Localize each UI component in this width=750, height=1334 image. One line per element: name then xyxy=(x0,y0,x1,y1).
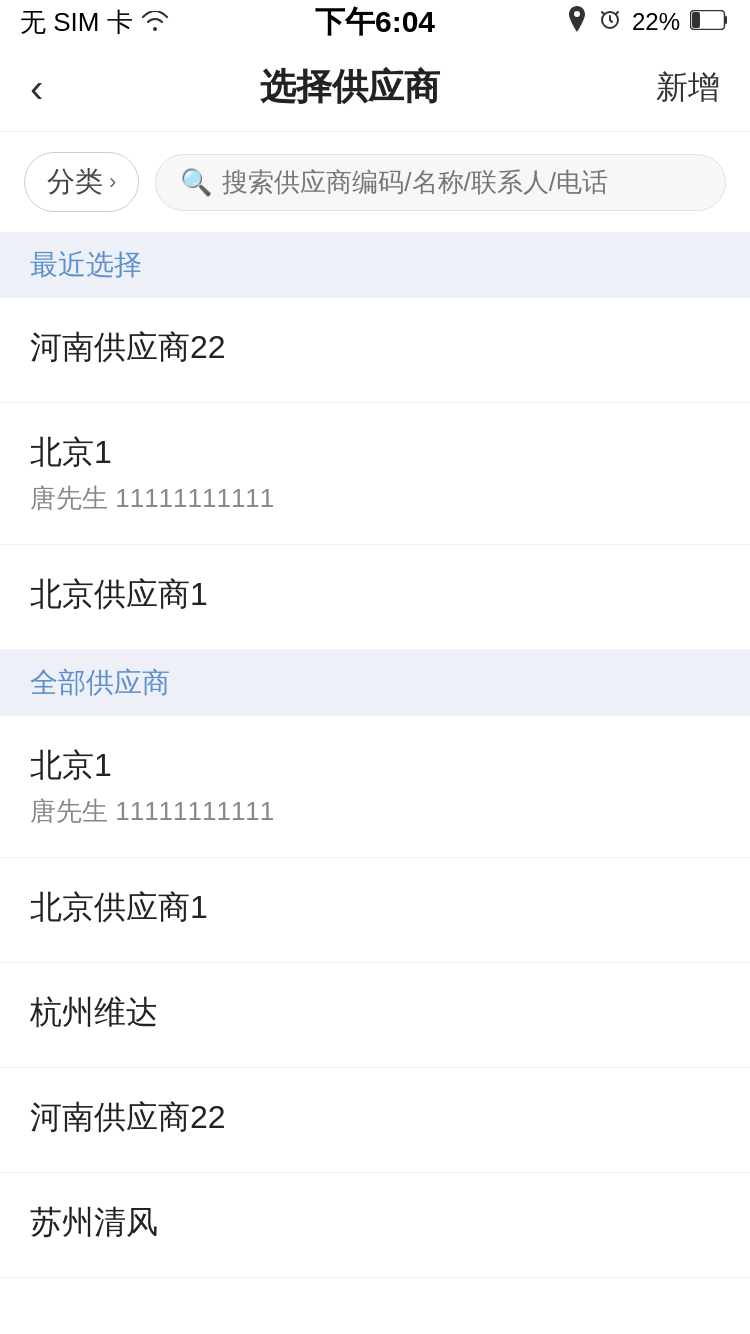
list-item[interactable]: 北京1 唐先生 11111111111 xyxy=(0,403,750,545)
chevron-right-icon: › xyxy=(109,169,116,195)
list-item[interactable]: 北京供应商1 xyxy=(0,858,750,963)
status-right: 22% xyxy=(566,6,730,38)
recent-header-text: 最近选择 xyxy=(30,249,142,280)
recent-section-header: 最近选择 xyxy=(0,232,750,298)
status-time: 下午6:04 xyxy=(315,2,435,43)
item-sub: 唐先生 11111111111 xyxy=(30,794,720,829)
location-icon xyxy=(566,6,588,38)
add-button[interactable]: 新增 xyxy=(656,66,720,110)
list-item[interactable]: 北京1 唐先生 11111111111 xyxy=(0,716,750,858)
filter-bar: 分类 › 🔍 xyxy=(0,132,750,232)
page-title: 选择供应商 xyxy=(260,63,440,112)
item-name: 河南供应商22 xyxy=(30,1096,720,1140)
item-name: 北京1 xyxy=(30,744,720,788)
item-name: 北京1 xyxy=(30,431,720,475)
nav-bar: ‹ 选择供应商 新增 xyxy=(0,44,750,132)
status-left: 无 SIM 卡 xyxy=(20,5,169,40)
status-bar: 无 SIM 卡 下午6:04 22% xyxy=(0,0,750,44)
category-label: 分类 xyxy=(47,163,103,201)
list-item[interactable]: 杭州维达 xyxy=(0,963,750,1068)
search-input[interactable] xyxy=(222,167,701,198)
carrier-text: 无 SIM 卡 xyxy=(20,5,133,40)
list-item[interactable]: 北京供应商1 xyxy=(0,545,750,650)
svg-rect-2 xyxy=(692,12,700,28)
all-header-text: 全部供应商 xyxy=(30,667,170,698)
search-icon: 🔍 xyxy=(180,167,212,198)
battery-icon xyxy=(690,8,730,36)
item-name: 北京供应商1 xyxy=(30,573,720,617)
back-button[interactable]: ‹ xyxy=(30,68,43,108)
list-item[interactable]: 苏州清风 xyxy=(0,1173,750,1278)
alarm-icon xyxy=(598,7,622,37)
all-section-header: 全部供应商 xyxy=(0,650,750,716)
item-name: 北京供应商1 xyxy=(30,886,720,930)
category-button[interactable]: 分类 › xyxy=(24,152,139,212)
search-box[interactable]: 🔍 xyxy=(155,154,726,211)
item-name: 杭州维达 xyxy=(30,991,720,1035)
list-item[interactable]: 河南供应商22 xyxy=(0,298,750,403)
all-list: 北京1 唐先生 11111111111 北京供应商1 杭州维达 河南供应商22 … xyxy=(0,716,750,1278)
item-name: 苏州清风 xyxy=(30,1201,720,1245)
recent-list: 河南供应商22 北京1 唐先生 11111111111 北京供应商1 xyxy=(0,298,750,650)
wifi-icon xyxy=(141,7,169,38)
item-name: 河南供应商22 xyxy=(30,326,720,370)
battery-text: 22% xyxy=(632,8,680,36)
list-item[interactable]: 河南供应商22 xyxy=(0,1068,750,1173)
item-sub: 唐先生 11111111111 xyxy=(30,481,720,516)
